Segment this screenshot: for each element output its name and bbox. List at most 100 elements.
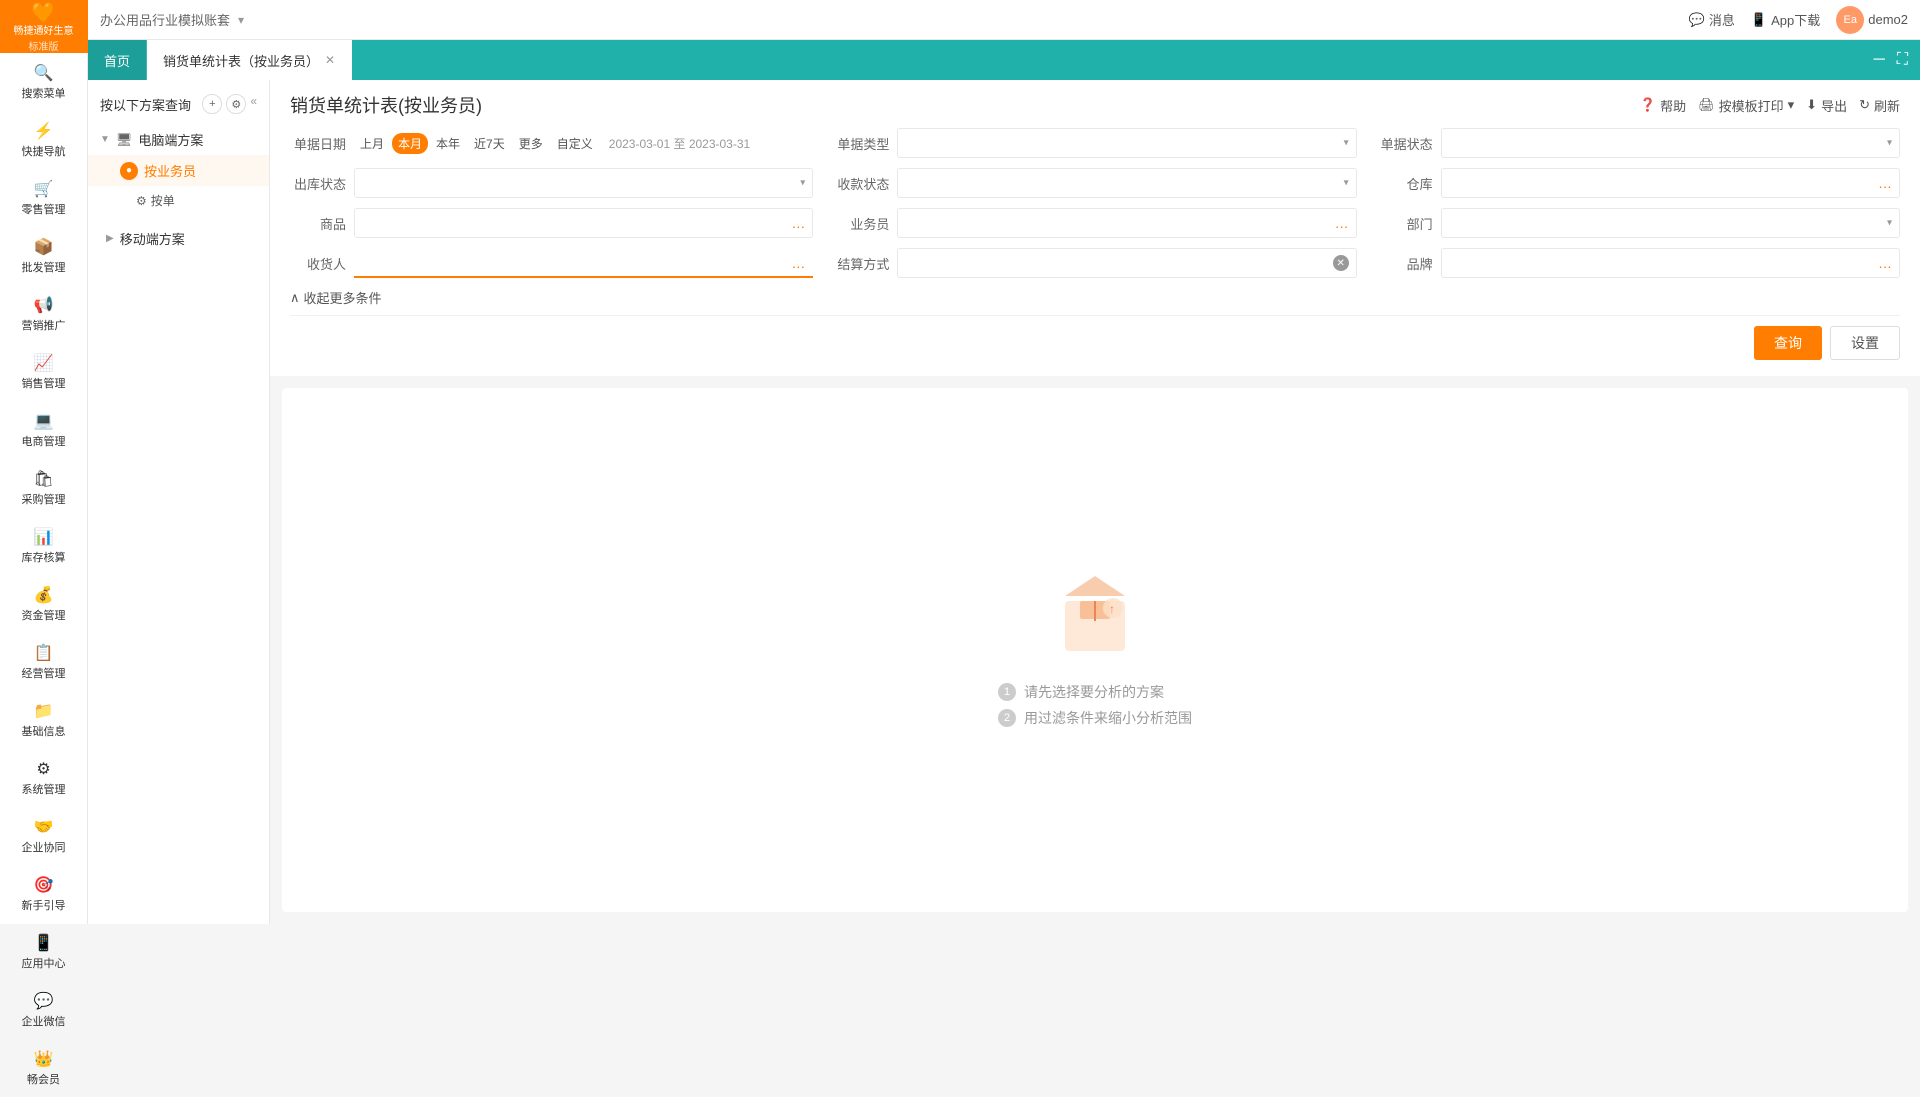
date-tab-current-year[interactable]: 本年 bbox=[430, 133, 466, 154]
sidebar-item-shortcuts[interactable]: ⚡快捷导航 bbox=[0, 111, 88, 169]
page-title: 销货单统计表(按业务员) bbox=[290, 92, 482, 118]
sidebar-item-guide[interactable]: 🎯新手引导 bbox=[0, 865, 88, 923]
filter-row-4: 收货人 … 结算方式 ✕ 品牌 bbox=[290, 248, 1900, 278]
collect-status-select[interactable] bbox=[897, 168, 1356, 198]
brand-filter: 品牌 … bbox=[1377, 248, 1900, 278]
doc-status-select[interactable] bbox=[1441, 128, 1900, 158]
user-menu[interactable]: Ea demo2 bbox=[1836, 6, 1908, 34]
out-status-select[interactable] bbox=[354, 168, 813, 198]
settlement-select[interactable] bbox=[897, 248, 1356, 278]
empty-tip-2-text: 用过滤条件来缩小分析范围 bbox=[1024, 708, 1192, 728]
goods-input[interactable] bbox=[354, 208, 813, 238]
date-tab-7days[interactable]: 近7天 bbox=[468, 133, 511, 154]
scheme-by-order[interactable]: ⚙ 按单 bbox=[88, 186, 269, 215]
query-button[interactable]: 查询 bbox=[1754, 326, 1822, 360]
scheme-by-order-label: 按单 bbox=[151, 192, 175, 209]
tab-sales-stats-close[interactable]: ✕ bbox=[325, 53, 335, 67]
scheme-by-salesperson[interactable]: ● 按业务员 bbox=[88, 155, 269, 186]
help-button[interactable]: ❓ 帮助 bbox=[1640, 96, 1686, 115]
sidebar-item-operations[interactable]: 📋经营管理 bbox=[0, 633, 88, 691]
tab-minimize-button[interactable]: ─ bbox=[1869, 47, 1888, 73]
sidebar-item-purchase[interactable]: 🛍 采购管理 bbox=[0, 459, 88, 517]
tab-maximize-button[interactable]: ⛶ bbox=[1893, 47, 1912, 73]
scheme-by-salesperson-label: 按业务员 bbox=[144, 161, 196, 180]
warehouse-input[interactable] bbox=[1441, 168, 1900, 198]
sidebar-item-wechat[interactable]: 💬企业微信 bbox=[0, 981, 88, 1039]
brand-label: 品牌 bbox=[1377, 254, 1433, 273]
out-status-control: ▾ bbox=[354, 168, 813, 198]
sidebar-item-marketing[interactable]: 📢营销推广 bbox=[0, 285, 88, 343]
sidebar-icon-guide: 🎯 bbox=[4, 875, 84, 895]
empty-tip-1: 1 请先选择要分析的方案 bbox=[998, 682, 1192, 702]
sidebar-label-member: 畅会员 bbox=[4, 1071, 84, 1087]
sidebar-icon-wholesale: 📦 bbox=[4, 237, 84, 257]
sidebar-icon-sales: 📈 bbox=[4, 353, 84, 373]
sidebar-item-finance[interactable]: 💰资金管理 bbox=[0, 575, 88, 633]
desktop-section-title[interactable]: ▼ 🖥 电脑端方案 bbox=[88, 124, 269, 155]
sidebar-item-wholesale[interactable]: 📦批发管理 bbox=[0, 227, 88, 285]
sidebar-item-basic[interactable]: 📁基础信息 bbox=[0, 691, 88, 749]
export-icon: ⬇ bbox=[1806, 97, 1817, 113]
doc-type-select[interactable] bbox=[897, 128, 1356, 158]
collect-status-label: 收款状态 bbox=[833, 174, 889, 193]
sidebar-label-purchase: 采购管理 bbox=[4, 491, 84, 507]
left-panel-header: 按以下方案查询 + ⚙ « bbox=[88, 88, 269, 120]
consignee-input[interactable] bbox=[354, 248, 813, 278]
sidebar-icon-purchase: 🛍 bbox=[4, 469, 84, 489]
sidebar-item-system[interactable]: ⚙系统管理 bbox=[0, 749, 88, 807]
sidebar-item-enterprise[interactable]: 🤝企业协同 bbox=[0, 807, 88, 865]
tab-sales-stats[interactable]: 销货单统计表（按业务员） ✕ bbox=[147, 40, 352, 80]
mobile-section-title[interactable]: ▶ 移动端方案 bbox=[88, 223, 269, 254]
collapse-more-button[interactable]: ∧ 收起更多条件 bbox=[290, 288, 1900, 307]
message-label: 消息 bbox=[1709, 10, 1735, 29]
print-icon: 🖨 bbox=[1698, 97, 1715, 113]
sidebar-item-ecommerce[interactable]: 💻电商管理 bbox=[0, 401, 88, 459]
settlement-clear[interactable]: ✕ bbox=[1333, 255, 1349, 271]
sidebar-icon-wechat: 💬 bbox=[4, 991, 84, 1011]
sidebar-item-inventory[interactable]: 📊库存核算 bbox=[0, 517, 88, 575]
sidebar-label-app_center: 应用中心 bbox=[4, 955, 84, 971]
doc-status-filter: 单据状态 ▾ bbox=[1377, 128, 1900, 158]
refresh-label: 刷新 bbox=[1874, 96, 1900, 115]
message-button[interactable]: 💬 消息 bbox=[1689, 10, 1735, 29]
tab-home[interactable]: 首页 bbox=[88, 40, 147, 80]
print-dropdown-arrow[interactable]: ▾ bbox=[1788, 97, 1795, 113]
sidebar-icon-shortcuts: ⚡ bbox=[4, 121, 84, 141]
date-tab-current-month[interactable]: 本月 bbox=[392, 133, 428, 154]
user-avatar: Ea bbox=[1836, 6, 1864, 34]
sidebar-icon-marketing: 📢 bbox=[4, 295, 84, 315]
print-button[interactable]: 🖨 按模板打印 ▾ bbox=[1698, 96, 1794, 115]
department-select[interactable] bbox=[1441, 208, 1900, 238]
brand-input[interactable] bbox=[1441, 248, 1900, 278]
sidebar-item-retail[interactable]: 🛒零售管理 bbox=[0, 169, 88, 227]
date-tab-custom[interactable]: 自定义 bbox=[551, 133, 599, 154]
tabbar: 首页 销货单统计表（按业务员） ✕ ─ ⛶ bbox=[88, 40, 1920, 80]
sidebar-icon-app_center: 📱 bbox=[4, 933, 84, 953]
date-tab-last-month[interactable]: 上月 bbox=[354, 133, 390, 154]
doc-status-control: ▾ bbox=[1441, 128, 1900, 158]
left-panel-controls: + ⚙ « bbox=[202, 94, 257, 114]
sidebar-item-app_center[interactable]: 📱 应用中心 bbox=[0, 923, 88, 981]
salesperson-input[interactable] bbox=[897, 208, 1356, 238]
page-actions: ❓ 帮助 🖨 按模板打印 ▾ ⬇ 导出 ↻ bbox=[1640, 96, 1900, 115]
scheme-settings-button[interactable]: ⚙ bbox=[226, 94, 246, 114]
sidebar-item-sales[interactable]: 📈销售管理 bbox=[0, 343, 88, 401]
user-initial: Ea bbox=[1844, 14, 1857, 26]
sidebar: 🧡 畅捷通好生意 标准版 🔍搜索菜单⚡快捷导航🛒零售管理📦批发管理📢营销推广📈销… bbox=[0, 0, 88, 924]
sidebar-item-member[interactable]: 👑畅会员 bbox=[0, 1039, 88, 1097]
sidebar-label-inventory: 库存核算 bbox=[4, 549, 84, 565]
app-download-label: App下载 bbox=[1771, 10, 1820, 29]
tab-home-label: 首页 bbox=[104, 51, 130, 70]
settings-button[interactable]: 设置 bbox=[1830, 326, 1900, 360]
export-button[interactable]: ⬇ 导出 bbox=[1806, 96, 1847, 115]
add-scheme-button[interactable]: + bbox=[202, 94, 222, 114]
topbar-dropdown-icon[interactable]: ▾ bbox=[238, 13, 244, 27]
collapse-panel-button[interactable]: « bbox=[250, 94, 257, 114]
refresh-button[interactable]: ↻ 刷新 bbox=[1859, 96, 1900, 115]
app-download-button[interactable]: 📱 App下载 bbox=[1751, 10, 1820, 29]
date-tab-more[interactable]: 更多 bbox=[513, 133, 549, 154]
topbar-left: 办公用品行业模拟账套 ▾ bbox=[100, 10, 244, 29]
warehouse-control: … bbox=[1441, 168, 1900, 198]
message-icon: 💬 bbox=[1689, 12, 1705, 28]
sidebar-item-search[interactable]: 🔍搜索菜单 bbox=[0, 53, 88, 111]
